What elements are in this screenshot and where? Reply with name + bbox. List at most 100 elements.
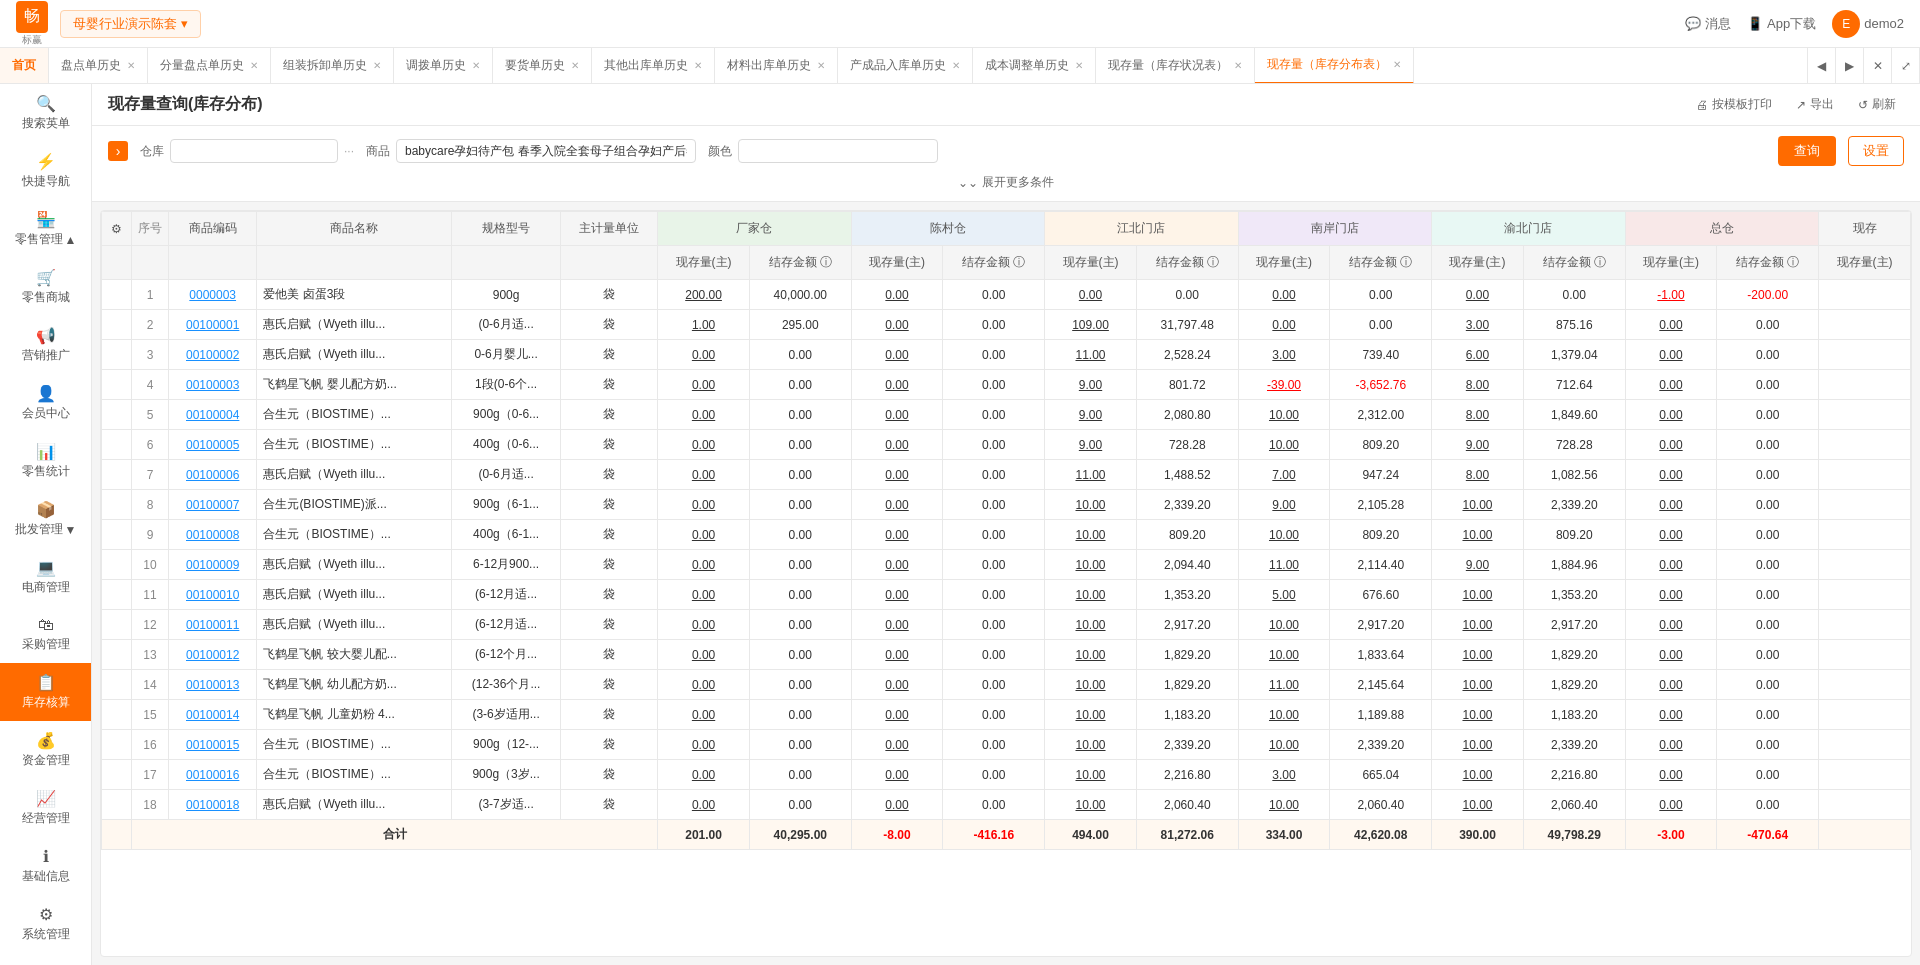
col-na-qty[interactable]: 5.00 — [1238, 580, 1330, 610]
col-fc-qty[interactable]: 1.00 — [658, 310, 750, 340]
col-code[interactable]: 00100008 — [169, 520, 257, 550]
col-jb-qty[interactable]: 9.00 — [1045, 400, 1137, 430]
sidebar-item-system[interactable]: ⚙ 系统管理 — [0, 895, 91, 953]
col-code[interactable]: 00100005 — [169, 430, 257, 460]
col-fc-qty[interactable]: 0.00 — [658, 460, 750, 490]
col-cc-qty[interactable]: 0.00 — [851, 490, 943, 520]
tab-cost-adjust[interactable]: 成本调整单历史 ✕ — [973, 48, 1096, 84]
col-na-qty[interactable]: 10.00 — [1238, 430, 1330, 460]
col-zc-qty[interactable]: 0.00 — [1625, 430, 1717, 460]
col-na-qty[interactable]: -39.00 — [1238, 370, 1330, 400]
export-btn[interactable]: ↗ 导出 — [1788, 92, 1842, 117]
col-fc-qty[interactable]: 0.00 — [658, 520, 750, 550]
col-fc-qty[interactable]: 0.00 — [658, 370, 750, 400]
col-jb-qty[interactable]: 10.00 — [1045, 670, 1137, 700]
sidebar-item-marketing[interactable]: 📢 营销推广 — [0, 316, 91, 374]
sidebar-item-inventory[interactable]: 📋 库存核算 — [0, 663, 91, 721]
col-jb-qty[interactable]: 10.00 — [1045, 580, 1137, 610]
col-cc-qty[interactable]: 0.00 — [851, 340, 943, 370]
col-code[interactable]: 00100007 — [169, 490, 257, 520]
close-icon[interactable]: ✕ — [1393, 59, 1401, 70]
col-cc-qty[interactable]: 0.00 — [851, 580, 943, 610]
col-zc-qty[interactable]: 0.00 — [1625, 640, 1717, 670]
col-yb-qty[interactable]: 10.00 — [1432, 730, 1524, 760]
close-icon[interactable]: ✕ — [694, 60, 702, 71]
col-cc-qty[interactable]: 0.00 — [851, 550, 943, 580]
col-zc-qty[interactable]: 0.00 — [1625, 520, 1717, 550]
close-icon[interactable]: ✕ — [952, 60, 960, 71]
tab-prev-arrow[interactable]: ◀ — [1808, 48, 1836, 84]
query-button[interactable]: 查询 — [1778, 136, 1836, 166]
settings-icon[interactable]: ⚙ — [111, 222, 122, 236]
col-code[interactable]: 00100010 — [169, 580, 257, 610]
col-zc-qty[interactable]: 0.00 — [1625, 490, 1717, 520]
sidebar-item-mall[interactable]: 🛒 零售商城 — [0, 258, 91, 316]
col-na-qty[interactable]: 10.00 — [1238, 520, 1330, 550]
warehouse-input[interactable] — [170, 139, 338, 163]
col-yb-qty[interactable]: 3.00 — [1432, 310, 1524, 340]
col-zc-qty[interactable]: -1.00 — [1625, 280, 1717, 310]
col-code[interactable]: 00100011 — [169, 610, 257, 640]
message-btn[interactable]: 💬 消息 — [1685, 15, 1731, 33]
setting-button[interactable]: 设置 — [1848, 136, 1904, 166]
sidebar-item-retail[interactable]: 🏪 零售管理 ▲ — [0, 200, 91, 258]
col-jb-qty[interactable]: 10.00 — [1045, 610, 1137, 640]
col-na-qty[interactable]: 10.00 — [1238, 730, 1330, 760]
col-cc-qty[interactable]: 0.00 — [851, 730, 943, 760]
col-yb-qty[interactable]: 10.00 — [1432, 700, 1524, 730]
close-icon[interactable]: ✕ — [472, 60, 480, 71]
col-zc-qty[interactable]: 0.00 — [1625, 730, 1717, 760]
col-na-qty[interactable]: 10.00 — [1238, 700, 1330, 730]
col-yb-qty[interactable]: 0.00 — [1432, 280, 1524, 310]
industry-selector[interactable]: 母婴行业演示陈套 ▾ — [60, 10, 201, 38]
col-code[interactable]: 00100018 — [169, 790, 257, 820]
col-cc-qty[interactable]: 0.00 — [851, 700, 943, 730]
sidebar-item-operations[interactable]: 📈 经营管理 — [0, 779, 91, 837]
col-zc-qty[interactable]: 0.00 — [1625, 610, 1717, 640]
col-na-qty[interactable]: 3.00 — [1238, 340, 1330, 370]
col-code[interactable]: 0000003 — [169, 280, 257, 310]
col-cc-qty[interactable]: 0.00 — [851, 280, 943, 310]
col-jb-qty[interactable]: 10.00 — [1045, 520, 1137, 550]
col-zc-qty[interactable]: 0.00 — [1625, 760, 1717, 790]
tab-home[interactable]: 首页 — [0, 48, 49, 84]
col-code[interactable]: 00100006 — [169, 460, 257, 490]
col-fc-qty[interactable]: 0.00 — [658, 640, 750, 670]
filter-collapse-btn[interactable]: › — [108, 141, 128, 161]
col-na-qty[interactable]: 11.00 — [1238, 550, 1330, 580]
col-code[interactable]: 00100012 — [169, 640, 257, 670]
col-na-qty[interactable]: 11.00 — [1238, 670, 1330, 700]
col-fc-qty[interactable]: 0.00 — [658, 790, 750, 820]
col-yb-qty[interactable]: 8.00 — [1432, 370, 1524, 400]
col-fc-qty[interactable]: 0.00 — [658, 430, 750, 460]
col-jb-qty[interactable]: 11.00 — [1045, 340, 1137, 370]
sidebar-item-retail-stats[interactable]: 📊 零售统计 — [0, 432, 91, 490]
col-cc-qty[interactable]: 0.00 — [851, 760, 943, 790]
col-jb-qty[interactable]: 10.00 — [1045, 760, 1137, 790]
col-na-qty[interactable]: 7.00 — [1238, 460, 1330, 490]
col-na-qty[interactable]: 0.00 — [1238, 310, 1330, 340]
col-fc-qty[interactable]: 0.00 — [658, 580, 750, 610]
col-yb-qty[interactable]: 6.00 — [1432, 340, 1524, 370]
tab-material-out[interactable]: 材料出库单历史 ✕ — [715, 48, 838, 84]
col-zc-qty[interactable]: 0.00 — [1625, 370, 1717, 400]
close-icon[interactable]: ✕ — [571, 60, 579, 71]
col-cc-qty[interactable]: 0.00 — [851, 520, 943, 550]
col-yb-qty[interactable]: 10.00 — [1432, 760, 1524, 790]
tab-next-arrow[interactable]: ▶ — [1836, 48, 1864, 84]
sidebar-item-search[interactable]: 🔍 搜索英单 — [0, 84, 91, 142]
col-yb-qty[interactable]: 8.00 — [1432, 460, 1524, 490]
col-code[interactable]: 00100013 — [169, 670, 257, 700]
col-cc-qty[interactable]: 0.00 — [851, 670, 943, 700]
col-yb-qty[interactable]: 9.00 — [1432, 430, 1524, 460]
close-icon[interactable]: ✕ — [127, 60, 135, 71]
tab-assembly[interactable]: 组装拆卸单历史 ✕ — [271, 48, 394, 84]
col-yb-qty[interactable]: 10.00 — [1432, 640, 1524, 670]
col-cc-qty[interactable]: 0.00 — [851, 370, 943, 400]
col-cc-qty[interactable]: 0.00 — [851, 610, 943, 640]
col-fc-qty[interactable]: 0.00 — [658, 340, 750, 370]
col-cc-qty[interactable]: 0.00 — [851, 400, 943, 430]
tab-product-in[interactable]: 产成品入库单历史 ✕ — [838, 48, 973, 84]
col-na-qty[interactable]: 10.00 — [1238, 400, 1330, 430]
col-zc-qty[interactable]: 0.00 — [1625, 700, 1717, 730]
